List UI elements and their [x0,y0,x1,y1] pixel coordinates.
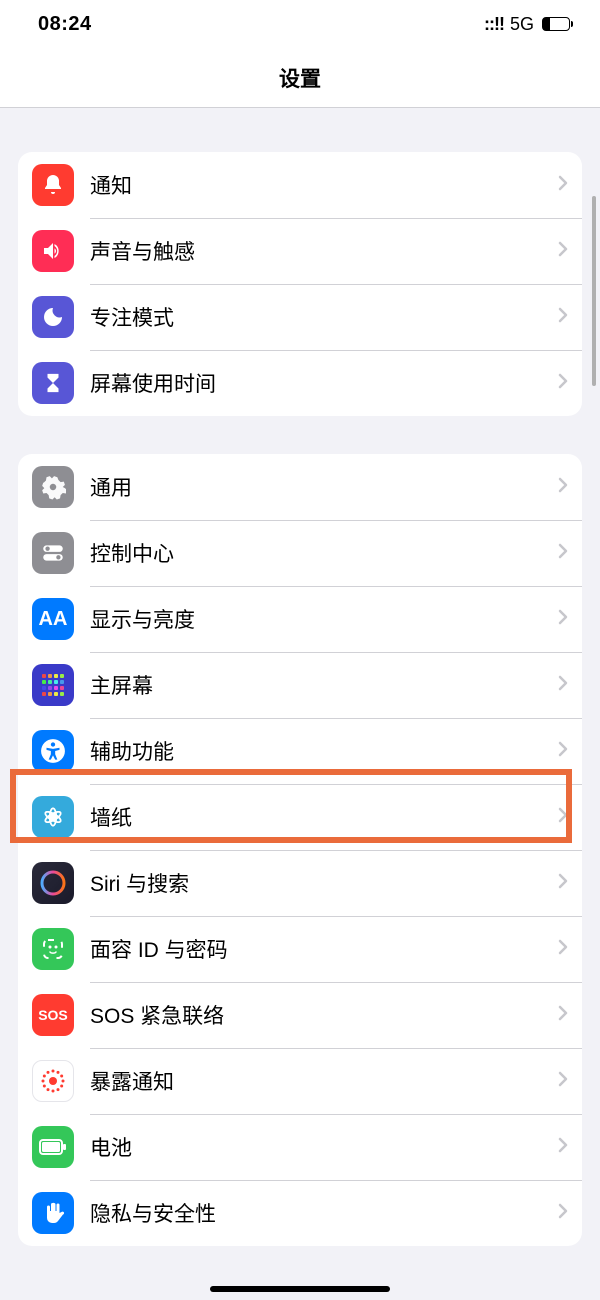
chevron-right-icon [558,807,568,828]
row-label: 声音与触感 [90,236,558,266]
bell-icon [32,164,74,206]
settings-row-siri[interactable]: Siri 与搜索 [18,850,582,916]
settings-row-sounds[interactable]: 声音与触感 [18,218,582,284]
apps-icon [32,664,74,706]
exposure-icon [32,1060,74,1102]
status-bar: 08:24 ::!! 5G [0,0,600,48]
settings-group: 通用控制中心 AA 显示与亮度主屏幕辅助功能墙纸 Siri 与搜索面容 ID 与密码 S… [18,454,582,1246]
status-indicators: ::!! 5G [484,14,570,35]
chevron-right-icon [558,307,568,328]
gear-icon [32,466,74,508]
row-label: 墙纸 [90,802,558,832]
chevron-right-icon [558,939,568,960]
settings-row-display[interactable]: AA 显示与亮度 [18,586,582,652]
row-label: 辅助功能 [90,736,558,766]
chevron-right-icon [558,1203,568,1224]
settings-list[interactable]: 通知声音与触感专注模式屏幕使用时间通用控制中心 AA 显示与亮度主屏幕辅助功能墙纸 S… [0,152,600,1246]
face-icon [32,928,74,970]
chevron-right-icon [558,873,568,894]
page-title: 设置 [279,63,321,93]
chevron-right-icon [558,543,568,564]
chevron-right-icon [558,675,568,696]
chevron-right-icon [558,373,568,394]
network-label: 5G [510,14,534,35]
battery-icon [32,1126,74,1168]
row-label: 通用 [90,472,558,502]
siri-icon [32,862,74,904]
row-label: 专注模式 [90,302,558,332]
settings-row-focus[interactable]: 专注模式 [18,284,582,350]
settings-row-general[interactable]: 通用 [18,454,582,520]
signal-icon: ::!! [484,14,504,35]
row-label: 显示与亮度 [90,604,558,634]
row-label: 电池 [90,1132,558,1162]
row-label: Siri 与搜索 [90,868,558,898]
settings-row-screentime[interactable]: 屏幕使用时间 [18,350,582,416]
settings-row-faceid[interactable]: 面容 ID 与密码 [18,916,582,982]
settings-row-notifications[interactable]: 通知 [18,152,582,218]
settings-group: 通知声音与触感专注模式屏幕使用时间 [18,152,582,416]
chevron-right-icon [558,609,568,630]
settings-row-battery[interactable]: 电池 [18,1114,582,1180]
row-label: 控制中心 [90,538,558,568]
status-time: 08:24 [38,13,92,36]
settings-row-wallpaper[interactable]: 墙纸 [18,784,582,850]
chevron-right-icon [558,241,568,262]
home-indicator[interactable] [210,1286,390,1292]
battery-icon [542,17,570,31]
settings-row-controlcenter[interactable]: 控制中心 [18,520,582,586]
toggles-icon [32,532,74,574]
row-label: 屏幕使用时间 [90,368,558,398]
chevron-right-icon [558,1005,568,1026]
chevron-right-icon [558,175,568,196]
speaker-icon [32,230,74,272]
settings-row-homescreen[interactable]: 主屏幕 [18,652,582,718]
row-label: 暴露通知 [90,1066,558,1096]
settings-row-exposure[interactable]: 暴露通知 [18,1048,582,1114]
row-label: 主屏幕 [90,670,558,700]
row-label: 隐私与安全性 [90,1198,558,1228]
hand-icon [32,1192,74,1234]
scrollbar[interactable] [592,196,596,386]
hourglass-icon [32,362,74,404]
row-label: SOS 紧急联络 [90,1000,558,1030]
moon-icon [32,296,74,338]
row-label: 面容 ID 与密码 [90,934,558,964]
row-label: 通知 [90,170,558,200]
chevron-right-icon [558,1071,568,1092]
page-header: 设置 [0,48,600,108]
flower-icon [32,796,74,838]
settings-row-privacy[interactable]: 隐私与安全性 [18,1180,582,1246]
settings-row-accessibility[interactable]: 辅助功能 [18,718,582,784]
aa-icon: AA [32,598,74,640]
settings-row-sos[interactable]: SOS SOS 紧急联络 [18,982,582,1048]
chevron-right-icon [558,1137,568,1158]
access-icon [32,730,74,772]
chevron-right-icon [558,477,568,498]
chevron-right-icon [558,741,568,762]
sos-icon: SOS [32,994,74,1036]
